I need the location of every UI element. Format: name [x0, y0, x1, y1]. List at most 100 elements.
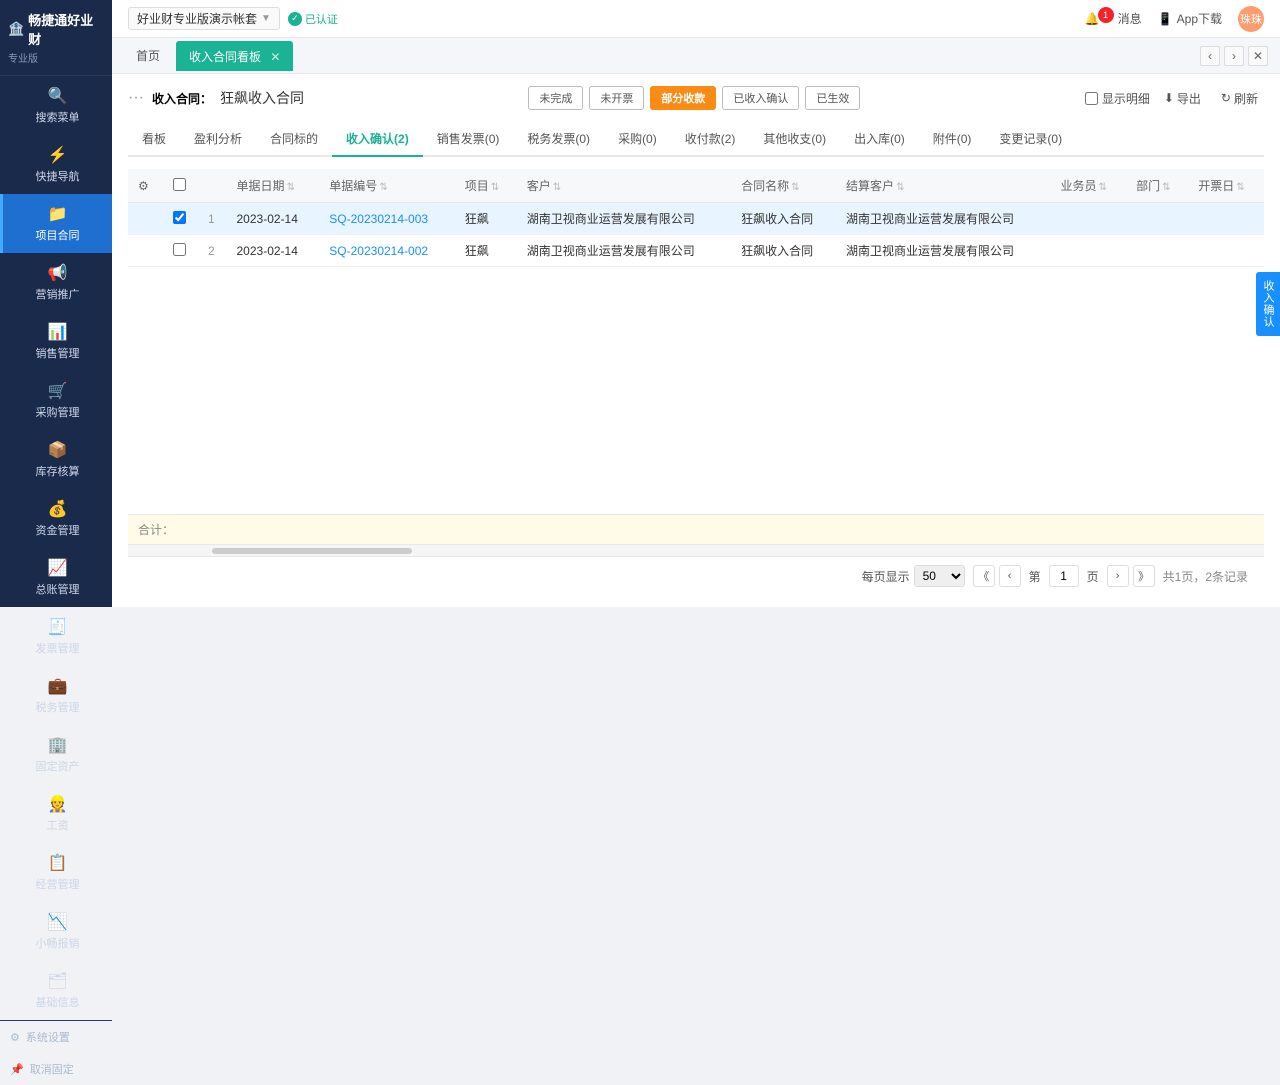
cell-department-1: [1126, 235, 1188, 267]
link-number-0[interactable]: SQ-20230214-003: [329, 212, 428, 226]
more-options-btn[interactable]: ···: [128, 89, 144, 107]
th-settings[interactable]: ⚙: [128, 169, 163, 203]
sort-project-icon[interactable]: ⇅: [491, 182, 499, 193]
nav-icon-1: ⚡: [48, 145, 68, 165]
sidebar-item-总账管理[interactable]: 📈 总账管理: [0, 548, 112, 607]
export-btn[interactable]: ⬇ 导出: [1158, 88, 1207, 109]
show-detail-checkbox[interactable]: [1085, 92, 1098, 105]
sub-tab-采购[interactable]: 采购(0): [604, 122, 671, 157]
sub-tab-出入库[interactable]: 出入库(0): [840, 122, 919, 157]
per-page-select[interactable]: 50 10 20 100: [914, 565, 965, 587]
refresh-icon: ↻: [1221, 91, 1231, 105]
user-avatar-area[interactable]: 珠珠: [1238, 6, 1264, 32]
notification-btn[interactable]: 🔔 1 消息: [1085, 10, 1142, 27]
sidebar-item-工资[interactable]: 👷 工资: [0, 784, 112, 843]
sidebar-item-税务管理[interactable]: 💼 税务管理: [0, 666, 112, 725]
export-label: 导出: [1177, 90, 1201, 107]
tab-home[interactable]: 首页: [124, 41, 172, 70]
th-department[interactable]: 部门⇅: [1126, 169, 1188, 203]
sort-number-icon[interactable]: ⇅: [379, 182, 387, 193]
settings-icon: ⚙: [138, 179, 149, 193]
status-btn-confirmed[interactable]: 已收入确认: [722, 86, 799, 110]
sort-endcustomer-icon[interactable]: ⇅: [896, 182, 904, 193]
th-date[interactable]: 单据日期⇅: [227, 169, 320, 203]
sort-date-icon[interactable]: ⇅: [287, 182, 295, 193]
nav-next-btn[interactable]: ›: [1224, 46, 1244, 66]
nav-label-1: 快捷导航: [36, 168, 80, 184]
th-project[interactable]: 项目⇅: [455, 169, 517, 203]
sidebar-item-system[interactable]: ⚙ 系统设置: [0, 1021, 112, 1053]
tab-contract-board[interactable]: 收入合同看板 ✕: [176, 41, 293, 71]
page-input[interactable]: [1049, 565, 1079, 587]
table-row[interactable]: 2 2023-02-14 SQ-20230214-002 狂飙 湖南卫视商业运营…: [128, 235, 1264, 267]
cell-checkbox-1[interactable]: [163, 235, 196, 267]
notification-count: 1: [1098, 7, 1114, 23]
th-checkbox[interactable]: [163, 169, 196, 203]
close-tab-icon[interactable]: ✕: [270, 50, 280, 64]
row-checkbox-0[interactable]: [173, 211, 186, 224]
sidebar-item-快捷导航[interactable]: ⚡ 快捷导航: [0, 135, 112, 194]
sub-tab-盈利分析[interactable]: 盈利分析: [180, 122, 256, 157]
sub-tab-看板[interactable]: 看板: [128, 122, 180, 157]
first-page-btn[interactable]: 《: [973, 565, 995, 587]
th-customer[interactable]: 客户⇅: [517, 169, 731, 203]
sidebar-item-项目合同[interactable]: 📁 项目合同: [0, 194, 112, 253]
sub-tab-变更记录[interactable]: 变更记录(0): [985, 122, 1076, 157]
th-open-date[interactable]: 开票日⇅: [1188, 169, 1264, 203]
sidebar-item-销售管理[interactable]: 📊 销售管理: [0, 312, 112, 371]
status-btn-partial[interactable]: 部分收款: [650, 86, 716, 110]
scrollbar-wrapper[interactable]: [128, 544, 1264, 556]
sidebar-item-基础信息[interactable]: 🗂 基础信息: [0, 961, 112, 1020]
sidebar-item-采购管理[interactable]: 🛒 采购管理: [0, 371, 112, 430]
status-btn-no-invoice[interactable]: 未开票: [589, 86, 644, 110]
nav-close-btn[interactable]: ✕: [1248, 46, 1268, 66]
cell-checkbox-0[interactable]: [163, 203, 196, 235]
sidebar-item-小畅报销[interactable]: 📉 小畅报销: [0, 902, 112, 961]
sub-tab-合同标的[interactable]: 合同标的: [256, 122, 332, 157]
app-download-btn[interactable]: 📱 App下载: [1158, 10, 1222, 27]
right-panel-icon[interactable]: 收入确认: [1256, 272, 1280, 336]
company-selector[interactable]: 好业财专业版演示帐套 ▼: [128, 7, 280, 30]
sidebar-item-营销推广[interactable]: 📢 营销推广: [0, 253, 112, 312]
table-container[interactable]: ⚙ 单据日期⇅ 单据编号⇅ 项目⇅ 客户⇅ 合同名称⇅ 结算客户⇅ 业务员⇅ 部…: [128, 169, 1264, 514]
sub-tab-销售发票[interactable]: 销售发票(0): [423, 122, 514, 157]
last-page-btn[interactable]: 》: [1133, 565, 1155, 587]
sort-contract-icon[interactable]: ⇅: [791, 182, 799, 193]
th-salesperson[interactable]: 业务员⇅: [1050, 169, 1126, 203]
status-btn-effective[interactable]: 已生效: [805, 86, 860, 110]
sidebar-item-库存核算[interactable]: 📦 库存核算: [0, 430, 112, 489]
sort-opendate-icon[interactable]: ⇅: [1236, 182, 1244, 193]
sort-salesperson-icon[interactable]: ⇅: [1098, 182, 1106, 193]
th-contract-name[interactable]: 合同名称⇅: [731, 169, 836, 203]
sidebar-item-发票管理[interactable]: 🧾 发票管理: [0, 607, 112, 666]
scrollbar-thumb[interactable]: [212, 548, 412, 554]
sidebar-item-固定资产[interactable]: 🏢 固定资产: [0, 725, 112, 784]
sort-department-icon[interactable]: ⇅: [1162, 182, 1170, 193]
select-all-checkbox[interactable]: [173, 178, 186, 191]
sidebar-item-搜索菜单[interactable]: 🔍 搜索菜单: [0, 76, 112, 135]
sub-tab-附件[interactable]: 附件(0): [919, 122, 986, 157]
sub-tab-其他收支[interactable]: 其他收支(0): [749, 122, 840, 157]
nav-prev-btn[interactable]: ‹: [1200, 46, 1220, 66]
th-number[interactable]: 单据编号⇅: [319, 169, 454, 203]
show-detail-checkbox-area[interactable]: 显示明细: [1085, 90, 1150, 107]
sub-tab-税务发票[interactable]: 税务发票(0): [513, 122, 604, 157]
row-checkbox-1[interactable]: [173, 243, 186, 256]
link-number-1[interactable]: SQ-20230214-002: [329, 244, 428, 258]
right-panel-label: 收入确认: [1262, 280, 1274, 328]
status-btn-incomplete[interactable]: 未完成: [528, 86, 583, 110]
table-row[interactable]: 1 2023-02-14 SQ-20230214-003 狂飙 湖南卫视商业运营…: [128, 203, 1264, 235]
nav-icon-7: 💰: [48, 499, 68, 519]
sub-tab-收付款[interactable]: 收付款(2): [671, 122, 750, 157]
show-detail-label: 显示明细: [1102, 90, 1150, 107]
refresh-btn[interactable]: ↻ 刷新: [1215, 88, 1264, 109]
sidebar-item-unpin[interactable]: 📌 取消固定: [0, 1053, 112, 1085]
sort-customer-icon[interactable]: ⇅: [553, 182, 561, 193]
sidebar-item-经营管理[interactable]: 📋 经营管理: [0, 843, 112, 902]
prev-page-btn[interactable]: ‹: [999, 565, 1021, 587]
sidebar-item-资金管理[interactable]: 💰 资金管理: [0, 489, 112, 548]
th-end-customer[interactable]: 结算客户⇅: [836, 169, 1050, 203]
nav-label-4: 销售管理: [36, 345, 80, 361]
next-page-btn[interactable]: ›: [1107, 565, 1129, 587]
sub-tab-收入确认[interactable]: 收入确认(2): [332, 122, 423, 157]
